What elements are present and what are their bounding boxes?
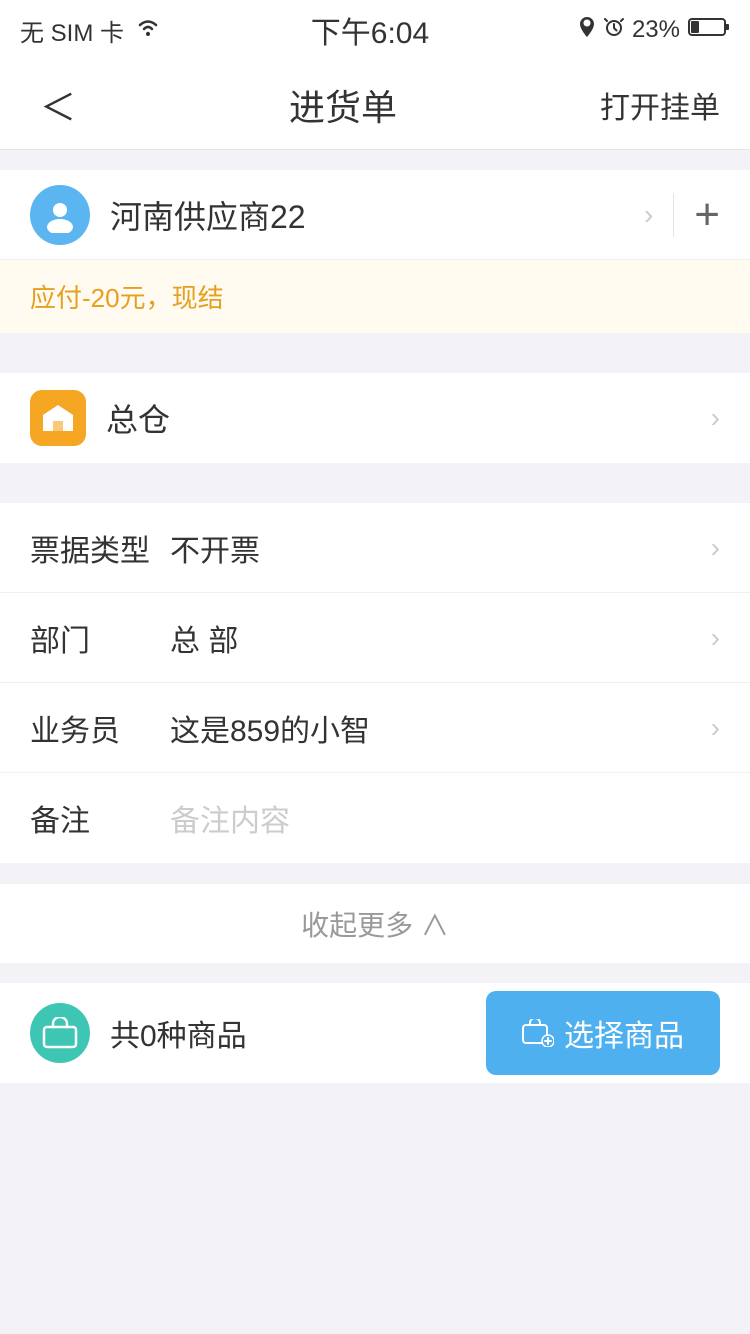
status-bar: 无 SIM 卡 下午6:04 23% [0, 0, 750, 60]
select-product-button[interactable]: 选择商品 [486, 991, 720, 1075]
remark-input[interactable]: 备注内容 [150, 796, 720, 840]
salesperson-row[interactable]: 业务员 这是859的小智 › [0, 683, 750, 773]
nav-bar: ＜ 进货单 打开挂单 [0, 60, 750, 150]
salesperson-chevron-icon: › [711, 712, 720, 744]
supplier-name: 河南供应商22 [110, 192, 306, 238]
open-pending-button[interactable]: 打开挂单 [600, 83, 720, 127]
page-title: 进货单 [289, 79, 397, 131]
status-left: 无 SIM 卡 [20, 13, 162, 48]
warehouse-name: 总仓 [106, 395, 711, 441]
section-gap-3 [0, 463, 750, 483]
bottom-bar: 共0种商品 选择商品 [0, 983, 750, 1083]
location-icon [578, 16, 596, 45]
notice-banner: 应付-20元，现结 [0, 260, 750, 333]
product-icon [30, 1003, 90, 1063]
battery-label: 23% [632, 16, 680, 44]
section-gap-2 [0, 333, 750, 353]
invoice-type-row[interactable]: 票据类型 不开票 › [0, 503, 750, 593]
battery-icon [688, 16, 730, 44]
department-value: 总 部 [150, 616, 711, 660]
wifi-icon [134, 16, 162, 44]
collapse-label: 收起更多 ∧ [301, 904, 449, 944]
collapse-toggle[interactable]: 收起更多 ∧ [0, 883, 750, 963]
warehouse-row[interactable]: 总仓 › [0, 373, 750, 463]
status-time: 下午6:04 [311, 8, 429, 52]
department-label: 部门 [30, 616, 150, 660]
notice-text: 应付-20元，现结 [30, 283, 224, 313]
carrier-label: 无 SIM 卡 [20, 13, 124, 48]
remark-row[interactable]: 备注 备注内容 [0, 773, 750, 863]
warehouse-card: 总仓 › [0, 373, 750, 463]
chevron-right-icon: › [644, 199, 653, 231]
supplier-card: 河南供应商22 › + 应付-20元，现结 [0, 170, 750, 333]
add-supplier-button[interactable]: + [673, 193, 720, 237]
back-button[interactable]: ＜ [30, 69, 86, 141]
invoice-type-label: 票据类型 [30, 526, 150, 570]
product-count-text: 共0种商品 [110, 1011, 486, 1055]
page-body: 河南供应商22 › + 应付-20元，现结 总仓 › [0, 150, 750, 1123]
supplier-avatar [30, 185, 90, 245]
invoice-type-chevron-icon: › [711, 532, 720, 564]
alarm-icon [604, 16, 624, 45]
select-product-label: 选择商品 [564, 1011, 684, 1055]
remark-label: 备注 [30, 796, 150, 840]
department-row[interactable]: 部门 总 部 › [0, 593, 750, 683]
section-gap-1 [0, 150, 750, 170]
salesperson-value: 这是859的小智 [150, 706, 711, 750]
warehouse-chevron-icon: › [711, 402, 720, 434]
warehouse-icon [30, 390, 86, 446]
supplier-row[interactable]: 河南供应商22 › + [0, 170, 750, 260]
supplier-chevron: › [644, 199, 653, 231]
supplier-left: 河南供应商22 [30, 185, 644, 245]
status-right: 23% [578, 16, 730, 45]
salesperson-label: 业务员 [30, 706, 150, 750]
invoice-type-value: 不开票 [150, 526, 711, 570]
department-chevron-icon: › [711, 622, 720, 654]
form-section: 票据类型 不开票 › 部门 总 部 › 业务员 这是859的小智 › 备注 备注… [0, 503, 750, 863]
